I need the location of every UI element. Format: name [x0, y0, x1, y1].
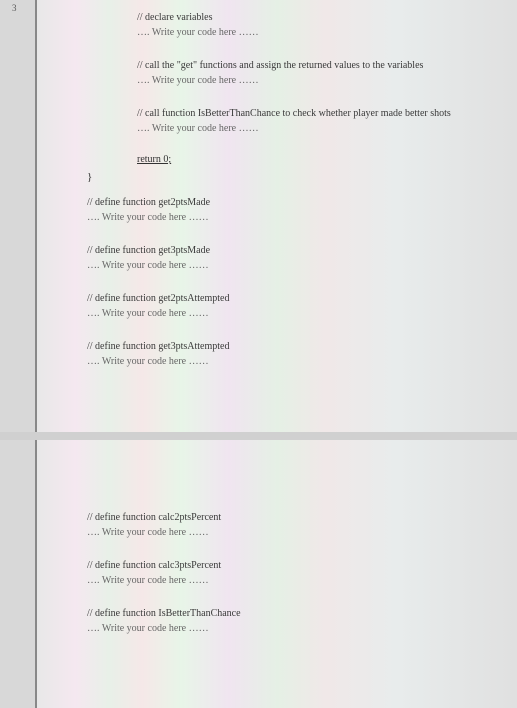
instruction-text: …. Write your code here ……	[137, 121, 487, 136]
instruction-text: …. Write your code here ……	[87, 573, 487, 588]
page-gap	[0, 432, 517, 440]
code-block-get2ptsmade: // define function get2ptsMade …. Write …	[87, 195, 487, 225]
code-block-declare: // declare variables …. Write your code …	[137, 10, 487, 40]
page-1: // declare variables …. Write your code …	[35, 0, 517, 432]
closing-brace: }	[87, 171, 487, 183]
comment-text: // call the "get" functions and assign t…	[137, 58, 487, 73]
instruction-text: …. Write your code here ……	[87, 354, 487, 369]
comment-text: // define function get3ptsAttempted	[87, 339, 487, 354]
page-2: // define function calc2ptsPercent …. Wr…	[35, 440, 517, 708]
code-block-get3ptsmade: // define function get3ptsMade …. Write …	[87, 243, 487, 273]
instruction-text: …. Write your code here ……	[137, 25, 487, 40]
instruction-text: …. Write your code here ……	[137, 73, 487, 88]
code-block-get3ptsattempted: // define function get3ptsAttempted …. W…	[87, 339, 487, 369]
code-block-call-isbetter: // call function IsBetterThanChance to c…	[137, 106, 487, 136]
return-statement: return 0;	[87, 154, 487, 171]
comment-text: // define function get3ptsMade	[87, 243, 487, 258]
comment-text: // define function calc3ptsPercent	[87, 558, 487, 573]
return-keyword: return 0;	[137, 154, 171, 165]
instruction-text: …. Write your code here ……	[87, 525, 487, 540]
code-block-calc3ptspercent: // define function calc3ptsPercent …. Wr…	[87, 558, 487, 588]
comment-text: // declare variables	[137, 10, 487, 25]
comment-text: // define function get2ptsAttempted	[87, 291, 487, 306]
comment-text: // call function IsBetterThanChance to c…	[137, 106, 487, 121]
code-block-get2ptsattempted: // define function get2ptsAttempted …. W…	[87, 291, 487, 321]
comment-text: // define function get2ptsMade	[87, 195, 487, 210]
code-block-calc2ptspercent: // define function calc2ptsPercent …. Wr…	[87, 510, 487, 540]
instruction-text: …. Write your code here ……	[87, 210, 487, 225]
instruction-text: …. Write your code here ……	[87, 258, 487, 273]
instruction-text: …. Write your code here ……	[87, 621, 487, 636]
code-block-call-get: // call the "get" functions and assign t…	[137, 58, 487, 88]
instruction-text: …. Write your code here ……	[87, 306, 487, 321]
code-block-isbetterthanchance: // define function IsBetterThanChance ….…	[87, 606, 487, 636]
comment-text: // define function calc2ptsPercent	[87, 510, 487, 525]
comment-text: // define function IsBetterThanChance	[87, 606, 487, 621]
